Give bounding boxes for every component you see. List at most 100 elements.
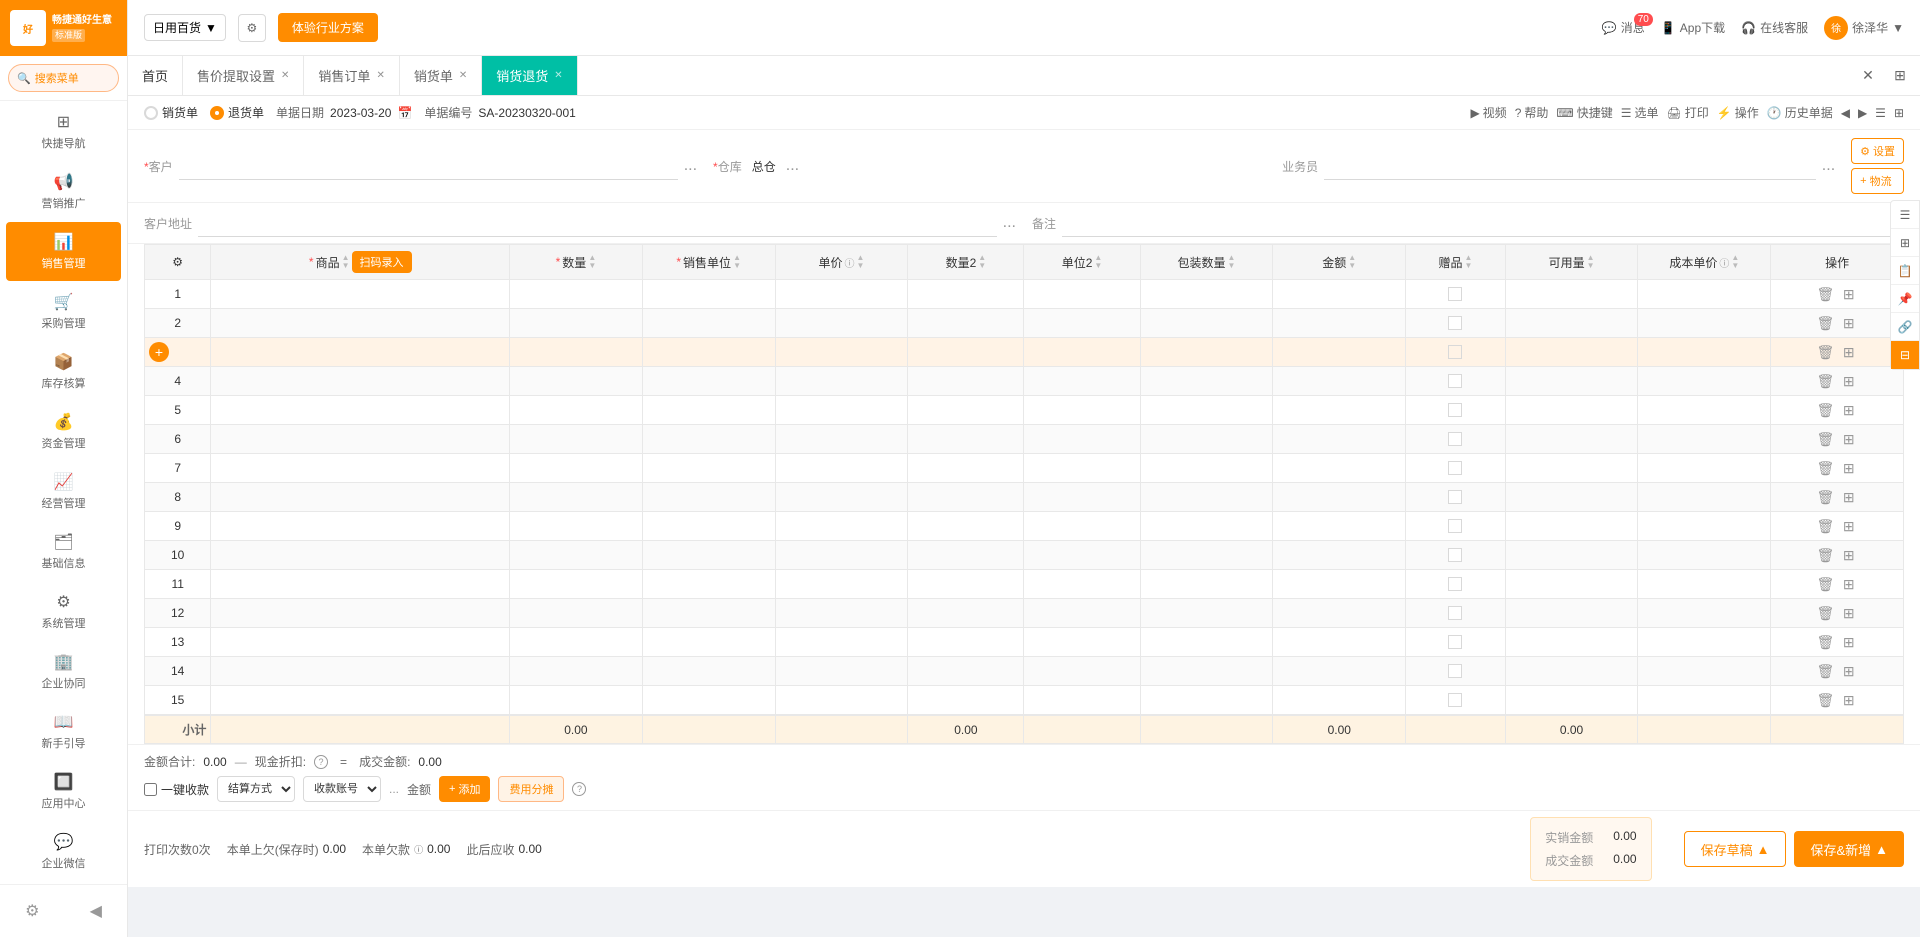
unit-cell[interactable] bbox=[642, 512, 775, 541]
price-cell[interactable] bbox=[775, 280, 908, 309]
gift-checkbox[interactable] bbox=[1448, 374, 1462, 388]
warehouse-select-btn[interactable]: ... bbox=[786, 157, 799, 175]
sidebar-item-inventory[interactable]: 📦 库存核算 bbox=[6, 342, 121, 401]
app-download-btn[interactable]: 📱 App下载 bbox=[1661, 19, 1725, 36]
qty2-cell[interactable] bbox=[908, 599, 1024, 628]
fenpai-help-icon[interactable]: ? bbox=[572, 782, 586, 796]
qty-cell[interactable] bbox=[510, 570, 643, 599]
gift-checkbox[interactable] bbox=[1448, 693, 1462, 707]
tab-home[interactable]: 首页 bbox=[128, 56, 183, 95]
gift-cell[interactable] bbox=[1406, 454, 1506, 483]
add-row-btn[interactable]: + bbox=[149, 342, 169, 362]
calendar-icon[interactable]: 📅 bbox=[397, 106, 412, 120]
qty-cell[interactable] bbox=[510, 686, 643, 715]
sidebar-item-business[interactable]: 📈 经营管理 bbox=[6, 462, 121, 521]
pack-cell[interactable] bbox=[1140, 483, 1273, 512]
row-copy-btn[interactable]: ⊞ bbox=[1839, 342, 1859, 362]
price-cell[interactable] bbox=[775, 454, 908, 483]
product-input[interactable] bbox=[215, 345, 505, 359]
pack-cell[interactable] bbox=[1140, 309, 1273, 338]
qty2-cell[interactable] bbox=[908, 512, 1024, 541]
unit2-cell[interactable] bbox=[1024, 425, 1140, 454]
shortcut-action-btn[interactable]: ⌨ 快捷键 bbox=[1556, 104, 1612, 121]
gift-checkbox[interactable] bbox=[1448, 432, 1462, 446]
row-copy-btn[interactable]: ⊞ bbox=[1839, 400, 1859, 420]
row-copy-btn[interactable]: ⊞ bbox=[1839, 661, 1859, 681]
tab-delivery[interactable]: 销货单 ✕ bbox=[400, 56, 482, 95]
cost-cell[interactable] bbox=[1638, 512, 1771, 541]
product-cell[interactable] bbox=[211, 483, 510, 512]
amount-cell[interactable] bbox=[1273, 512, 1406, 541]
gift-cell[interactable] bbox=[1406, 570, 1506, 599]
avail-cell[interactable] bbox=[1505, 541, 1638, 570]
product-cell[interactable] bbox=[211, 628, 510, 657]
gift-checkbox[interactable] bbox=[1448, 345, 1462, 359]
gift-cell[interactable] bbox=[1406, 309, 1506, 338]
qty-cell[interactable] bbox=[510, 280, 643, 309]
right-icon-form[interactable]: ⊞ bbox=[1891, 229, 1919, 257]
price-cell[interactable] bbox=[775, 599, 908, 628]
row-delete-btn[interactable]: 🗑 bbox=[1815, 545, 1835, 565]
unit2-cell[interactable] bbox=[1024, 309, 1140, 338]
row-copy-btn[interactable]: ⊞ bbox=[1839, 690, 1859, 710]
product-cell[interactable] bbox=[211, 396, 510, 425]
cost-cell[interactable] bbox=[1638, 483, 1771, 512]
avail-cell[interactable] bbox=[1505, 454, 1638, 483]
tab-delivery-close-icon[interactable]: ✕ bbox=[459, 70, 467, 81]
right-icon-link[interactable]: 🔗 bbox=[1891, 313, 1919, 341]
qty-cell[interactable] bbox=[510, 367, 643, 396]
price-cell[interactable] bbox=[775, 657, 908, 686]
row-delete-btn[interactable]: 🗑 bbox=[1815, 661, 1835, 681]
unit-cell[interactable] bbox=[642, 570, 775, 599]
price-cell[interactable] bbox=[775, 338, 908, 367]
unit2-cell[interactable] bbox=[1024, 570, 1140, 599]
avail-cell[interactable] bbox=[1505, 309, 1638, 338]
gift-checkbox[interactable] bbox=[1448, 635, 1462, 649]
unit-cell[interactable] bbox=[642, 425, 775, 454]
product-cell[interactable] bbox=[211, 686, 510, 715]
avail-cell[interactable] bbox=[1505, 483, 1638, 512]
search-menu-btn[interactable]: 🔍 搜索菜单 bbox=[8, 64, 119, 92]
product-cell[interactable] bbox=[211, 657, 510, 686]
cost-cell[interactable] bbox=[1638, 570, 1771, 599]
unit2-cell[interactable] bbox=[1024, 599, 1140, 628]
gift-checkbox[interactable] bbox=[1448, 287, 1462, 301]
unit2-cell[interactable] bbox=[1024, 396, 1140, 425]
gift-cell[interactable] bbox=[1406, 541, 1506, 570]
qty2-cell[interactable] bbox=[908, 309, 1024, 338]
tab-close-all-btn[interactable]: ✕ bbox=[1856, 64, 1880, 88]
qty-cell[interactable] bbox=[510, 599, 643, 628]
tab-price-close-icon[interactable]: ✕ bbox=[281, 70, 289, 81]
qty-cell[interactable] bbox=[510, 657, 643, 686]
sidebar-item-shortcut-nav[interactable]: ⊞ 快捷导航 bbox=[6, 102, 121, 161]
cost-cell[interactable] bbox=[1638, 541, 1771, 570]
table-settings-icon[interactable]: ⚙ bbox=[172, 255, 183, 269]
row-delete-btn[interactable]: 🗑 bbox=[1815, 429, 1835, 449]
pack-cell[interactable] bbox=[1140, 541, 1273, 570]
row-copy-btn[interactable]: ⊞ bbox=[1839, 632, 1859, 652]
product-cell[interactable] bbox=[211, 599, 510, 628]
price-cell[interactable] bbox=[775, 541, 908, 570]
row-delete-btn[interactable]: 🗑 bbox=[1815, 400, 1835, 420]
cost-cell[interactable] bbox=[1638, 599, 1771, 628]
row-copy-btn[interactable]: ⊞ bbox=[1839, 371, 1859, 391]
amount-cell[interactable] bbox=[1273, 541, 1406, 570]
pack-cell[interactable] bbox=[1140, 657, 1273, 686]
row-delete-btn[interactable]: 🗑 bbox=[1815, 342, 1835, 362]
amount-cell[interactable] bbox=[1273, 367, 1406, 396]
amount-cell[interactable] bbox=[1273, 396, 1406, 425]
prev-record-btn[interactable]: ◀ bbox=[1841, 106, 1850, 120]
unit-cell[interactable] bbox=[642, 280, 775, 309]
qty2-cell[interactable] bbox=[908, 454, 1024, 483]
gift-checkbox[interactable] bbox=[1448, 519, 1462, 533]
product-cell[interactable] bbox=[211, 512, 510, 541]
unit2-cell[interactable] bbox=[1024, 686, 1140, 715]
customer-select-btn[interactable]: ... bbox=[684, 157, 697, 175]
unit-cell[interactable] bbox=[642, 367, 775, 396]
sidebar-item-basics[interactable]: 🗂 基础信息 bbox=[6, 522, 121, 581]
gift-cell[interactable] bbox=[1406, 338, 1506, 367]
add-payment-btn[interactable]: + 添加 bbox=[439, 776, 490, 802]
tab-return[interactable]: 销货退货 ✕ bbox=[482, 56, 577, 95]
owe-help-icon[interactable]: ⓘ bbox=[414, 843, 423, 856]
cost-cell[interactable] bbox=[1638, 338, 1771, 367]
